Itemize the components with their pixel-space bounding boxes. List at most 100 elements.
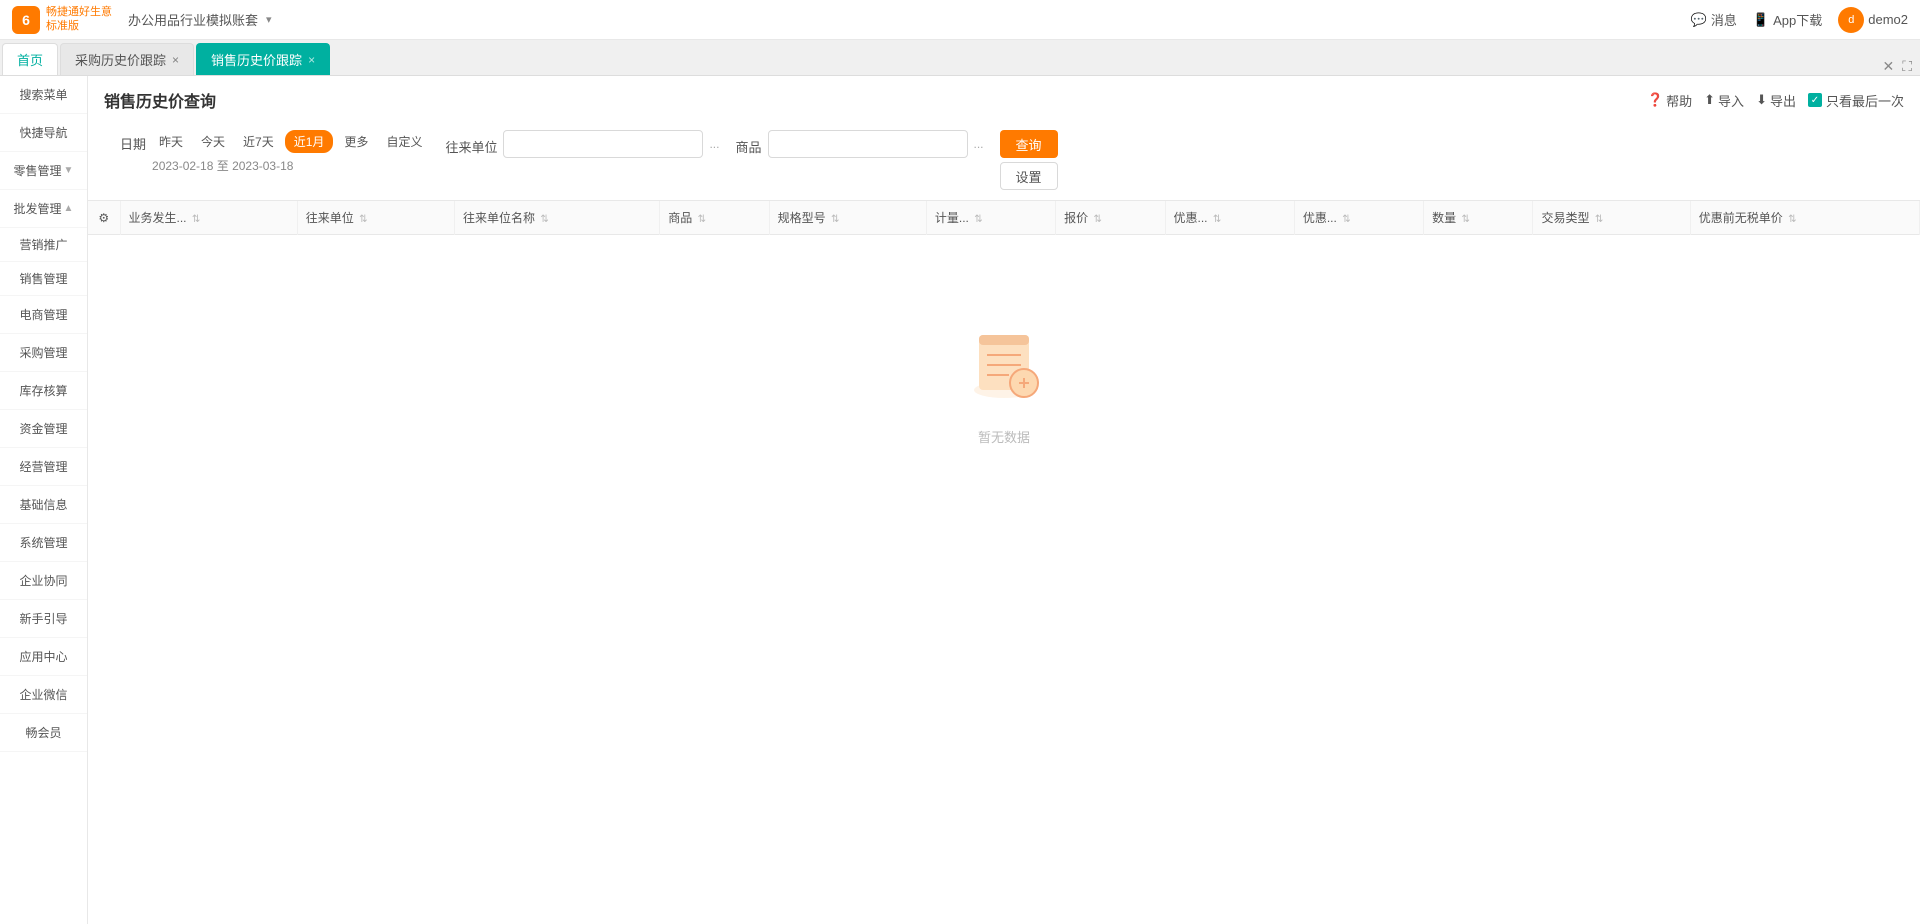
- sidebar-item-quicknav[interactable]: 快捷导航: [0, 114, 87, 152]
- export-button[interactable]: ⬇ 导出: [1756, 91, 1796, 110]
- table-col-product[interactable]: 商品 ⇅: [660, 201, 769, 235]
- sidebar-item-sales-mgmt[interactable]: 销售管理: [0, 262, 87, 296]
- date-label: 日期: [120, 130, 146, 153]
- query-button[interactable]: 查询: [1000, 130, 1058, 158]
- sidebar-item-wholesale[interactable]: 批发管理 ▲: [0, 190, 87, 228]
- sidebar: 搜索菜单 快捷导航 零售管理 ▼ 批发管理 ▲ 营销推广 销售管理 电商管理 采…: [0, 76, 88, 924]
- table-col-settings[interactable]: ⚙: [88, 201, 120, 235]
- date-btn-7days[interactable]: 近7天: [236, 130, 281, 153]
- user-menu[interactable]: d demo2: [1838, 7, 1908, 33]
- username-label: demo2: [1868, 12, 1908, 27]
- tab-sales-history[interactable]: 销售历史价跟踪 ×: [196, 43, 330, 75]
- table-col-counterpart-code[interactable]: 往来单位 ⇅: [297, 201, 454, 235]
- message-label: 消息: [1711, 10, 1737, 29]
- sidebar-item-finance[interactable]: 资金管理: [0, 410, 87, 448]
- empty-state: 暂无数据: [88, 235, 1920, 526]
- date-btn-today[interactable]: 今天: [194, 130, 232, 153]
- sidebar-item-ecommerce[interactable]: 电商管理: [0, 296, 87, 334]
- sort-icon-unit: ⇅: [974, 214, 982, 225]
- tab-sales-label: 销售历史价跟踪: [211, 50, 302, 69]
- counterpart-label: 往来单位: [445, 133, 497, 156]
- date-btn-1month[interactable]: 近1月: [285, 130, 334, 153]
- settings-col-icon[interactable]: ⚙: [98, 211, 109, 225]
- inventory-label: 库存核算: [19, 384, 67, 398]
- sidebar-item-guide[interactable]: 新手引导: [0, 600, 87, 638]
- checkbox-icon: ✓: [1808, 93, 1822, 107]
- counterpart-input[interactable]: [503, 130, 703, 158]
- tab-purchase-close-icon[interactable]: ×: [172, 53, 179, 67]
- only-last-checkbox[interactable]: ✓ 只看最后一次: [1808, 91, 1904, 110]
- topbar: 6 畅捷通好生意 标准版 办公用品行业模拟账套 ▾ 💬 消息 📱 App下载 d…: [0, 0, 1920, 40]
- sidebar-item-app-center[interactable]: 应用中心: [0, 638, 87, 676]
- counterpart-dots[interactable]: ...: [709, 137, 719, 151]
- ecommerce-label: 电商管理: [19, 308, 67, 322]
- product-dots[interactable]: ...: [974, 137, 984, 151]
- date-btn-custom[interactable]: 自定义: [379, 130, 429, 153]
- sidebar-item-search[interactable]: 搜索菜单: [0, 76, 87, 114]
- tab-purchase-history[interactable]: 采购历史价跟踪 ×: [60, 43, 194, 75]
- app-dropdown-icon[interactable]: ▾: [266, 13, 272, 26]
- topbar-left: 6 畅捷通好生意 标准版 办公用品行业模拟账套 ▾: [12, 6, 272, 34]
- table-col-unit[interactable]: 计量... ⇅: [926, 201, 1055, 235]
- sort-icon-discount1: ⇅: [1213, 214, 1221, 225]
- table-col-spec[interactable]: 规格型号 ⇅: [769, 201, 926, 235]
- import-icon: ⬆: [1704, 92, 1715, 108]
- tab-home[interactable]: 首页: [2, 43, 58, 75]
- date-range-display: 2023-02-18 至 2023-03-18: [152, 157, 429, 174]
- expand-icon[interactable]: ⛶: [1902, 58, 1912, 75]
- app-title: 办公用品行业模拟账套: [128, 10, 258, 29]
- table-col-discount2[interactable]: 优惠... ⇅: [1294, 201, 1423, 235]
- table-header-row: ⚙ 业务发生... ⇅ 往来单位 ⇅ 往来单位名称 ⇅: [88, 201, 1920, 235]
- product-label: 商品: [735, 133, 761, 156]
- tab-sales-close-icon[interactable]: ×: [308, 53, 315, 67]
- sidebar-item-purchase[interactable]: 采购管理: [0, 334, 87, 372]
- sidebar-item-system[interactable]: 系统管理: [0, 524, 87, 562]
- product-input[interactable]: [768, 130, 968, 158]
- sidebar-item-enterprise-wechat[interactable]: 企业微信: [0, 676, 87, 714]
- table-col-pretax-price[interactable]: 优惠前无税单价 ⇅: [1690, 201, 1919, 235]
- sort-icon-price: ⇅: [1094, 214, 1102, 225]
- marketing-label: 营销推广: [19, 238, 67, 252]
- sidebar-item-basic-info[interactable]: 基础信息: [0, 486, 87, 524]
- settings-button[interactable]: 设置: [1000, 162, 1058, 190]
- sidebar-item-marketing[interactable]: 营销推广: [0, 228, 87, 262]
- tab-purchase-label: 采购历史价跟踪: [75, 50, 166, 69]
- date-btn-more[interactable]: 更多: [337, 130, 375, 153]
- table-col-discount1[interactable]: 优惠... ⇅: [1165, 201, 1294, 235]
- action-buttons: 查询 设置: [1000, 130, 1058, 190]
- import-label: 导入: [1718, 91, 1744, 110]
- table-col-counterpart-name[interactable]: 往来单位名称 ⇅: [455, 201, 660, 235]
- app-center-label: 应用中心: [19, 650, 67, 664]
- app-download-label: App下载: [1773, 10, 1822, 29]
- logo-text: 畅捷通好生意 标准版: [46, 6, 112, 32]
- retail-label: 零售管理: [14, 162, 62, 179]
- date-btn-yesterday[interactable]: 昨天: [152, 130, 190, 153]
- table-col-price[interactable]: 报价 ⇅: [1056, 201, 1165, 235]
- wholesale-label: 批发管理: [14, 200, 62, 217]
- sidebar-item-operations[interactable]: 经营管理: [0, 448, 87, 486]
- export-label: 导出: [1770, 91, 1796, 110]
- counterpart-filter-group: 往来单位 ...: [445, 130, 719, 158]
- table-col-trade-type[interactable]: 交易类型 ⇅: [1533, 201, 1690, 235]
- table-col-date[interactable]: 业务发生... ⇅: [120, 201, 297, 235]
- sidebar-item-enterprise-collab[interactable]: 企业协同: [0, 562, 87, 600]
- enterprise-wechat-label: 企业微信: [19, 688, 67, 702]
- member-label: 畅会员: [25, 726, 61, 740]
- table-col-quantity[interactable]: 数量 ⇅: [1424, 201, 1533, 235]
- sidebar-item-inventory[interactable]: 库存核算: [0, 372, 87, 410]
- search-label: 搜索菜单: [19, 88, 67, 102]
- basic-info-label: 基础信息: [19, 498, 67, 512]
- enterprise-collab-label: 企业协同: [19, 574, 67, 588]
- sidebar-item-retail[interactable]: 零售管理 ▼: [0, 152, 87, 190]
- message-button[interactable]: 💬 消息: [1691, 10, 1737, 29]
- sidebar-item-member[interactable]: 畅会员: [0, 714, 87, 752]
- help-button[interactable]: ❓ 帮助: [1647, 91, 1692, 110]
- import-button[interactable]: ⬆ 导入: [1704, 91, 1744, 110]
- tabbar: 首页 采购历史价跟踪 × 销售历史价跟踪 × ✕ ⛶: [0, 40, 1920, 76]
- app-download-button[interactable]: 📱 App下载: [1753, 10, 1822, 29]
- close-all-icon[interactable]: ✕: [1882, 58, 1894, 75]
- logo-area: 6 畅捷通好生意 标准版: [12, 6, 112, 34]
- date-filter-dates: 昨天 今天 近7天 近1月 更多 自定义 2023-02-18 至 2023-0…: [152, 130, 429, 174]
- content-area: 销售历史价查询 ❓ 帮助 ⬆ 导入 ⬇ 导出 ✓: [88, 76, 1920, 924]
- sort-icon-product: ⇅: [698, 214, 706, 225]
